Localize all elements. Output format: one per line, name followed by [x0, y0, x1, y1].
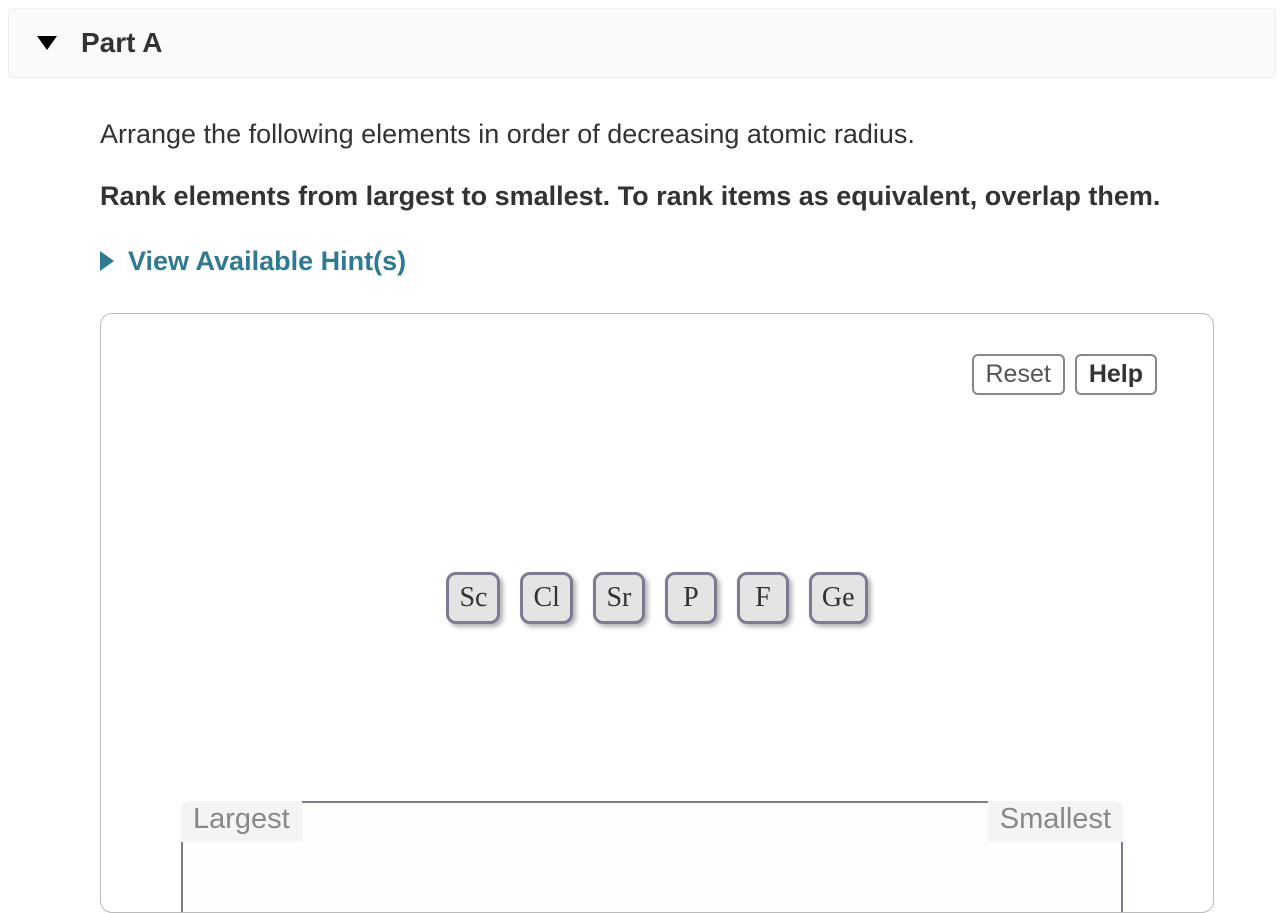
dropzone-left-label: Largest: [181, 801, 302, 842]
ranking-dropzone[interactable]: Largest Smallest: [181, 801, 1123, 913]
part-header[interactable]: Part A: [8, 8, 1276, 78]
element-tile[interactable]: Cl: [520, 572, 572, 624]
element-tile[interactable]: Sr: [593, 572, 645, 624]
reset-button[interactable]: Reset: [972, 354, 1065, 395]
page-container: Part A Arrange the following elements in…: [0, 8, 1284, 913]
dropzone-right-label: Smallest: [988, 801, 1123, 842]
content-area: Arrange the following elements in order …: [0, 86, 1284, 913]
element-tile[interactable]: P: [665, 572, 717, 624]
element-tile[interactable]: F: [737, 572, 789, 624]
expand-icon: [100, 251, 114, 271]
ranking-workspace: Reset Help Sc Cl Sr P F Ge Largest Small…: [100, 313, 1214, 913]
view-hints-toggle[interactable]: View Available Hint(s): [100, 246, 1264, 277]
element-tiles-row: Sc Cl Sr P F Ge: [101, 572, 1213, 624]
element-tile[interactable]: Sc: [446, 572, 500, 624]
question-prompt: Arrange the following elements in order …: [100, 116, 1264, 154]
element-tile[interactable]: Ge: [809, 572, 868, 624]
help-button[interactable]: Help: [1075, 354, 1157, 395]
workspace-toolbar: Reset Help: [972, 354, 1158, 395]
question-instruction: Rank elements from largest to smallest. …: [100, 178, 1264, 216]
collapse-icon: [37, 36, 57, 50]
hint-label: View Available Hint(s): [128, 246, 406, 277]
part-title: Part A: [81, 27, 162, 59]
